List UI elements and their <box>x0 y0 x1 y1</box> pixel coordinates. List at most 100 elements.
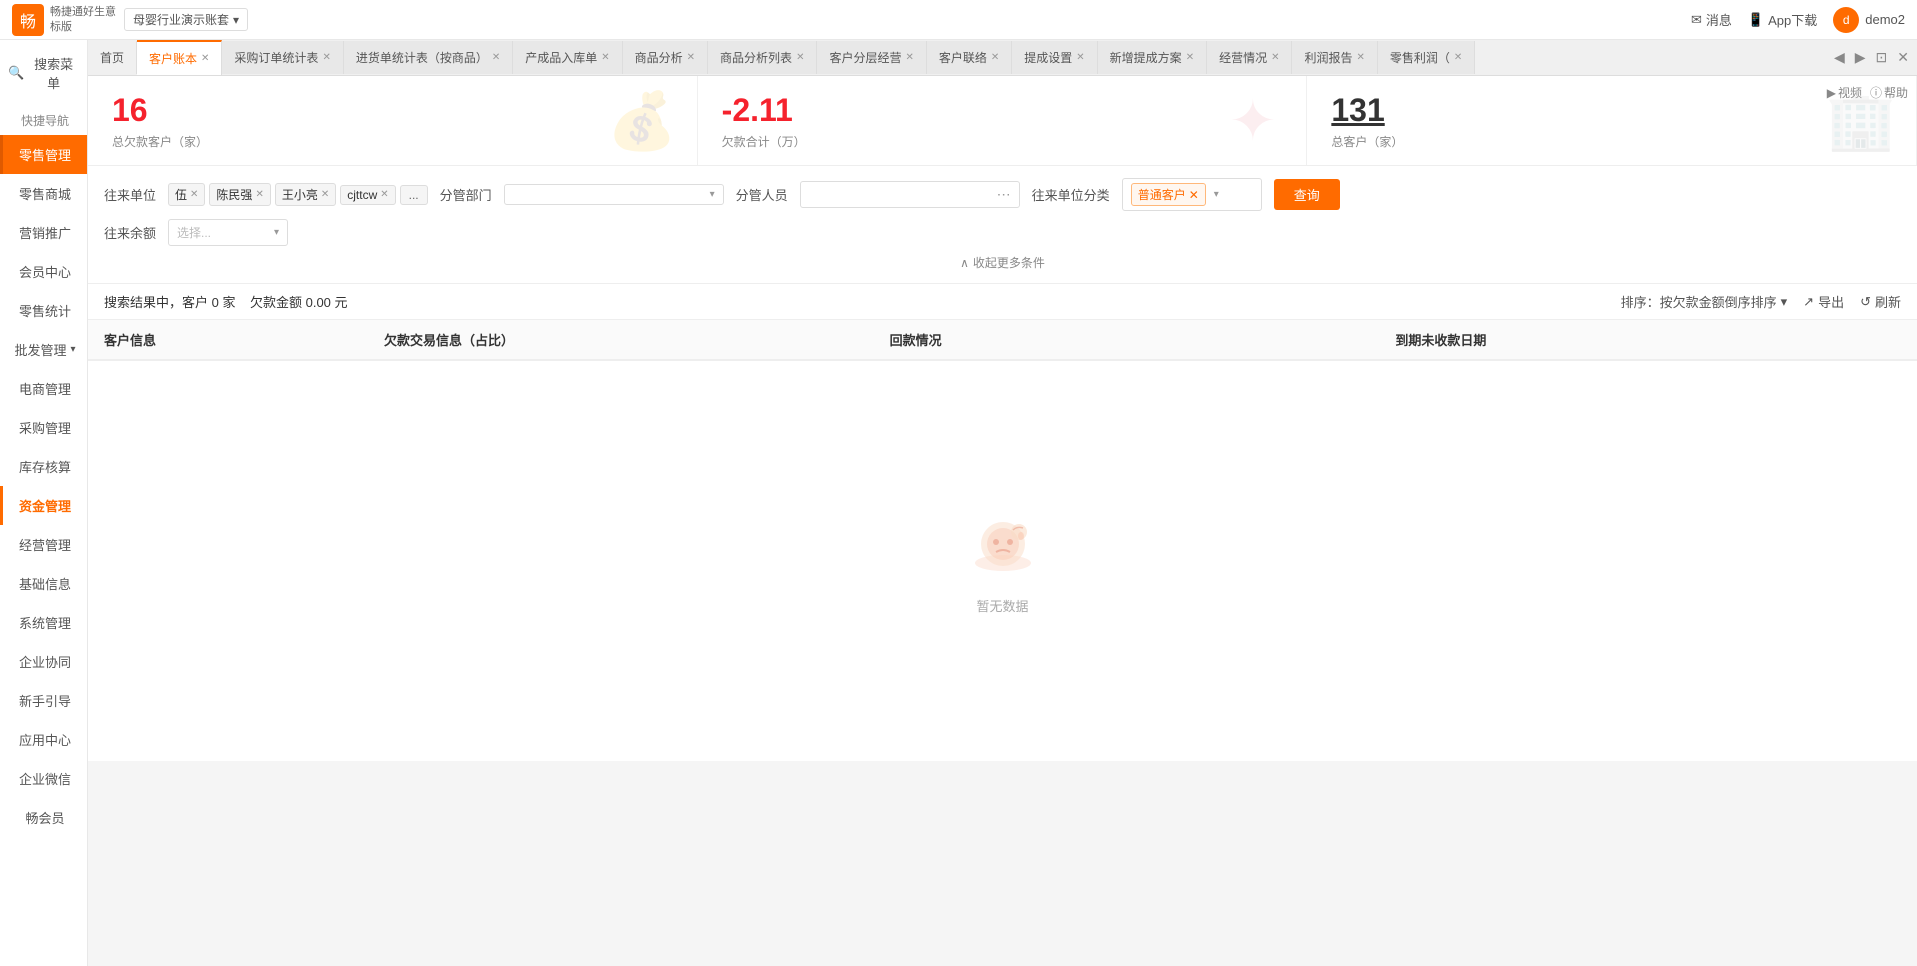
search-menu-button[interactable]: 🔍 搜索菜单 <box>8 48 79 98</box>
tab-close-customer-contact[interactable]: ✕ <box>991 52 999 63</box>
sidebar-item-retail[interactable]: 零售管理 <box>0 135 87 174</box>
classify-chevron-icon: ▾ <box>1214 189 1219 200</box>
app-download-btn[interactable]: 📱 App下载 <box>1748 10 1817 29</box>
tab-close-product-analysis[interactable]: ✕ <box>687 52 695 63</box>
tab-close-all-btn[interactable]: ✕ <box>1893 47 1913 68</box>
balance-placeholder: 选择... <box>177 224 211 241</box>
tab-customer-contact[interactable]: 客户联络 ✕ <box>927 41 1012 74</box>
tab-close-purchase-order[interactable]: ✕ <box>322 52 330 63</box>
tab-purchase-order-stats[interactable]: 采购订单统计表 ✕ <box>222 41 343 74</box>
logo-text: 畅捷通好生意 标版 <box>50 5 116 34</box>
table-body: 暂无数据 <box>88 361 1917 761</box>
sidebar-item-wholesale[interactable]: 批发管理 ▾ <box>0 330 87 369</box>
debt-sum-value: -2.11 <box>722 92 793 129</box>
tab-commission-settings[interactable]: 提成设置 ✕ <box>1012 41 1097 74</box>
sidebar-item-apps[interactable]: 应用中心 <box>0 720 87 759</box>
tab-close-commission[interactable]: ✕ <box>1076 52 1084 63</box>
sidebar-item-operations[interactable]: 经营管理 <box>0 525 87 564</box>
tab-customer-ledger[interactable]: 客户账本 ✕ <box>137 40 222 75</box>
sidebar-item-wechat[interactable]: 企业微信 <box>0 759 87 798</box>
tab-next-btn[interactable]: ▶ <box>1851 47 1870 68</box>
sidebar-item-purchase[interactable]: 采购管理 <box>0 408 87 447</box>
classify-tag: 普通客户 ✕ <box>1131 183 1206 206</box>
query-button[interactable]: 查询 <box>1274 179 1340 210</box>
sort-chevron-icon: ▾ <box>1781 294 1788 310</box>
stat-debt-sum: ✦ -2.11 欠款合计（万） <box>698 76 1308 165</box>
collapse-button[interactable]: ∧ 收起更多条件 <box>960 254 1045 271</box>
sidebar-item-enterprise[interactable]: 企业协同 <box>0 642 87 681</box>
result-bar: 搜索结果中，客户 0 家 欠款金额 0.00 元 排序：按欠款金额倒序排序 ▾ … <box>88 284 1917 320</box>
remove-tag-cjttcw[interactable]: ✕ <box>380 189 388 200</box>
tab-close-customer-seg[interactable]: ✕ <box>905 52 913 63</box>
remove-tag-wang[interactable]: ✕ <box>321 189 329 200</box>
user-area[interactable]: d demo2 <box>1833 7 1905 33</box>
total-customers-label: 总客户（家） <box>1331 133 1403 150</box>
table-col-debt-info: 欠款交易信息（占比） <box>384 330 890 349</box>
sidebar-item-quick-nav[interactable]: 快捷导航 <box>0 106 87 135</box>
sidebar-item-guide[interactable]: 新手引导 <box>0 681 87 720</box>
remove-classify-tag[interactable]: ✕ <box>1189 188 1199 202</box>
top-bar-left: 畅 畅捷通好生意 标版 母婴行业演示账套 ▾ <box>12 4 248 36</box>
remove-tag-wu[interactable]: ✕ <box>190 189 198 200</box>
tab-close-purchase-stats[interactable]: ✕ <box>492 52 500 63</box>
table-col-customer: 客户信息 <box>104 330 384 349</box>
person-select[interactable]: ⋯ <box>800 181 1020 208</box>
sidebar-item-basic-info[interactable]: 基础信息 <box>0 564 87 603</box>
balance-chevron-icon: ▾ <box>274 227 279 238</box>
tab-close-new-commission[interactable]: ✕ <box>1186 52 1194 63</box>
sidebar-item-vip[interactable]: 畅会员 <box>0 798 87 837</box>
tab-close-retail[interactable]: ✕ <box>1454 52 1462 63</box>
tenant-selector[interactable]: 母婴行业演示账套 ▾ <box>124 8 248 31</box>
dept-select[interactable]: ▾ <box>504 184 724 205</box>
sidebar-item-ecom[interactable]: 电商管理 <box>0 369 87 408</box>
remove-tag-chen[interactable]: ✕ <box>255 189 263 200</box>
result-info: 搜索结果中，客户 0 家 欠款金额 0.00 元 <box>104 292 348 311</box>
sidebar-item-inventory[interactable]: 库存核算 <box>0 447 87 486</box>
tab-close-inbound[interactable]: ✕ <box>601 52 609 63</box>
export-button[interactable]: ↗ 导出 <box>1803 292 1844 311</box>
message-icon: ✉ <box>1691 12 1702 28</box>
classify-select[interactable]: 普通客户 ✕ ▾ <box>1122 178 1262 211</box>
sidebar-item-member[interactable]: 会员中心 <box>0 252 87 291</box>
tab-purchase-stats-by-product[interactable]: 进货单统计表（按商品） ✕ <box>344 41 513 74</box>
tab-retail-profit[interactable]: 零售利润（ ✕ <box>1378 41 1475 74</box>
sidebar-item-marketing[interactable]: 营销推广 <box>0 213 87 252</box>
unit-tag-more[interactable]: ... <box>400 185 428 205</box>
tab-close-customer-ledger[interactable]: ✕ <box>201 53 209 64</box>
tab-controls: ◀ ▶ ⊡ ✕ <box>1826 47 1917 68</box>
tab-new-commission[interactable]: 新增提成方案 ✕ <box>1098 41 1207 74</box>
refresh-icon: ↺ <box>1860 294 1871 310</box>
tab-product-list[interactable]: 商品分析列表 ✕ <box>708 41 817 74</box>
tab-ops-status[interactable]: 经营情况 ✕ <box>1207 41 1292 74</box>
sidebar: 🔍 搜索菜单 快捷导航 零售管理 零售商城 营销推广 会员中心 零售统计 批发管… <box>0 40 88 966</box>
chevron-down-icon: ▾ <box>70 344 75 355</box>
filter-row-2: 往来余额 选择... ▾ <box>104 219 1901 246</box>
tab-close-ops[interactable]: ✕ <box>1271 52 1279 63</box>
tab-maximize-btn[interactable]: ⊡ <box>1872 47 1892 68</box>
tab-customer-segmentation[interactable]: 客户分层经营 ✕ <box>817 41 926 74</box>
dept-filter-label: 分管部门 <box>440 185 492 204</box>
tab-prev-btn[interactable]: ◀ <box>1830 47 1849 68</box>
sort-label: 排序：按欠款金额倒序排序 <box>1621 292 1777 311</box>
tab-inbound[interactable]: 产成品入库单 ✕ <box>513 41 622 74</box>
balance-input[interactable]: 选择... ▾ <box>168 219 288 246</box>
balance-filter-label: 往来余额 <box>104 223 156 242</box>
tab-close-profit[interactable]: ✕ <box>1357 52 1365 63</box>
messages-btn[interactable]: ✉ 消息 <box>1691 10 1732 29</box>
debtors-icon: 💰 <box>607 88 677 154</box>
tab-profit-report[interactable]: 利润报告 ✕ <box>1292 41 1377 74</box>
refresh-button[interactable]: ↺ 刷新 <box>1860 292 1901 311</box>
top-bar-right: ✉ 消息 📱 App下载 d demo2 <box>1691 7 1905 33</box>
tab-home[interactable]: 首页 <box>88 41 137 74</box>
unit-tag-wu: 伍 ✕ <box>168 183 205 206</box>
sort-button[interactable]: 排序：按欠款金额倒序排序 ▾ <box>1621 292 1788 311</box>
tab-close-product-list[interactable]: ✕ <box>796 52 804 63</box>
total-debtors-label: 总欠款客户（家） <box>112 133 208 150</box>
avatar: d <box>1833 7 1859 33</box>
sidebar-item-system[interactable]: 系统管理 <box>0 603 87 642</box>
filter-row-1: 往来单位 伍 ✕ 陈民强 ✕ 王小亮 ✕ <box>104 178 1901 211</box>
sidebar-item-retail-stats[interactable]: 零售统计 <box>0 291 87 330</box>
sidebar-item-finance[interactable]: 资金管理 <box>0 486 87 525</box>
tab-product-analysis[interactable]: 商品分析 ✕ <box>623 41 708 74</box>
sidebar-item-retail-shop[interactable]: 零售商城 <box>0 174 87 213</box>
